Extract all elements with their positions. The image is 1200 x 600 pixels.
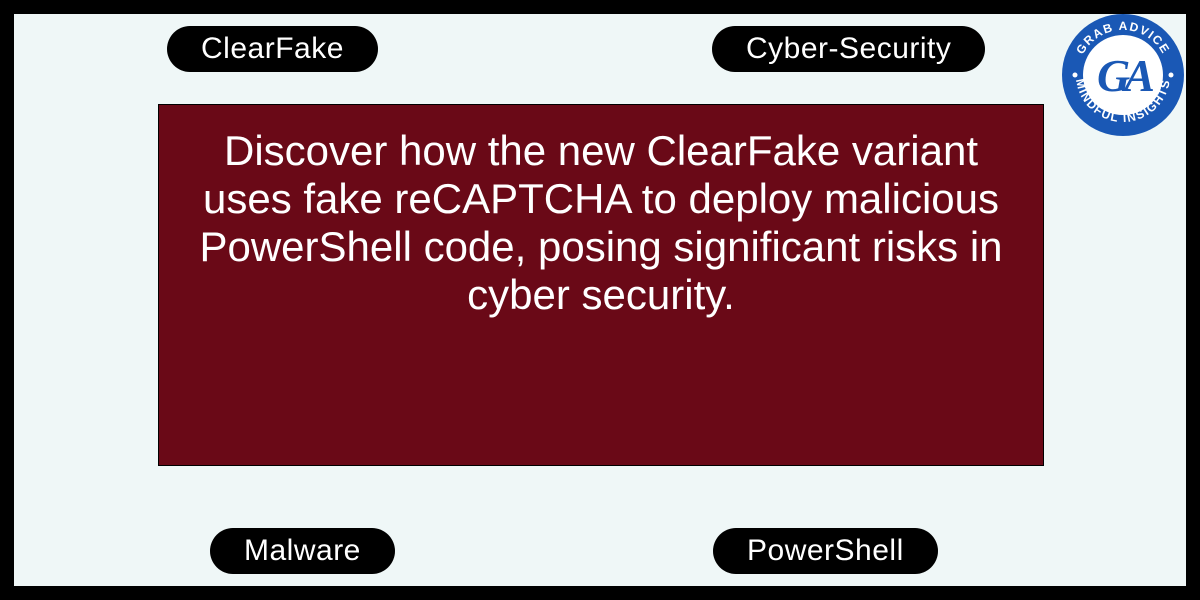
tag-label: PowerShell [747, 534, 904, 568]
content-panel: Discover how the new ClearFake variant u… [158, 104, 1044, 466]
tag-cyber-security: Cyber-Security [712, 26, 985, 72]
tag-malware: Malware [210, 528, 395, 574]
outer-frame: ClearFake Cyber-Security Malware PowerSh… [0, 0, 1200, 600]
logo-monogram: GA [1097, 49, 1149, 102]
tag-clearfake: ClearFake [167, 26, 378, 72]
tag-label: ClearFake [201, 32, 344, 66]
content-body: Discover how the new ClearFake variant u… [183, 127, 1019, 319]
logo-ring: GRAB ADVICE MINDFUL INSIGHTS GA [1062, 14, 1184, 136]
main-canvas: ClearFake Cyber-Security Malware PowerSh… [14, 14, 1186, 586]
tag-label: Malware [244, 534, 361, 568]
tag-powershell: PowerShell [713, 528, 938, 574]
brand-logo: GRAB ADVICE MINDFUL INSIGHTS GA [1062, 14, 1184, 136]
tag-label: Cyber-Security [746, 32, 951, 66]
